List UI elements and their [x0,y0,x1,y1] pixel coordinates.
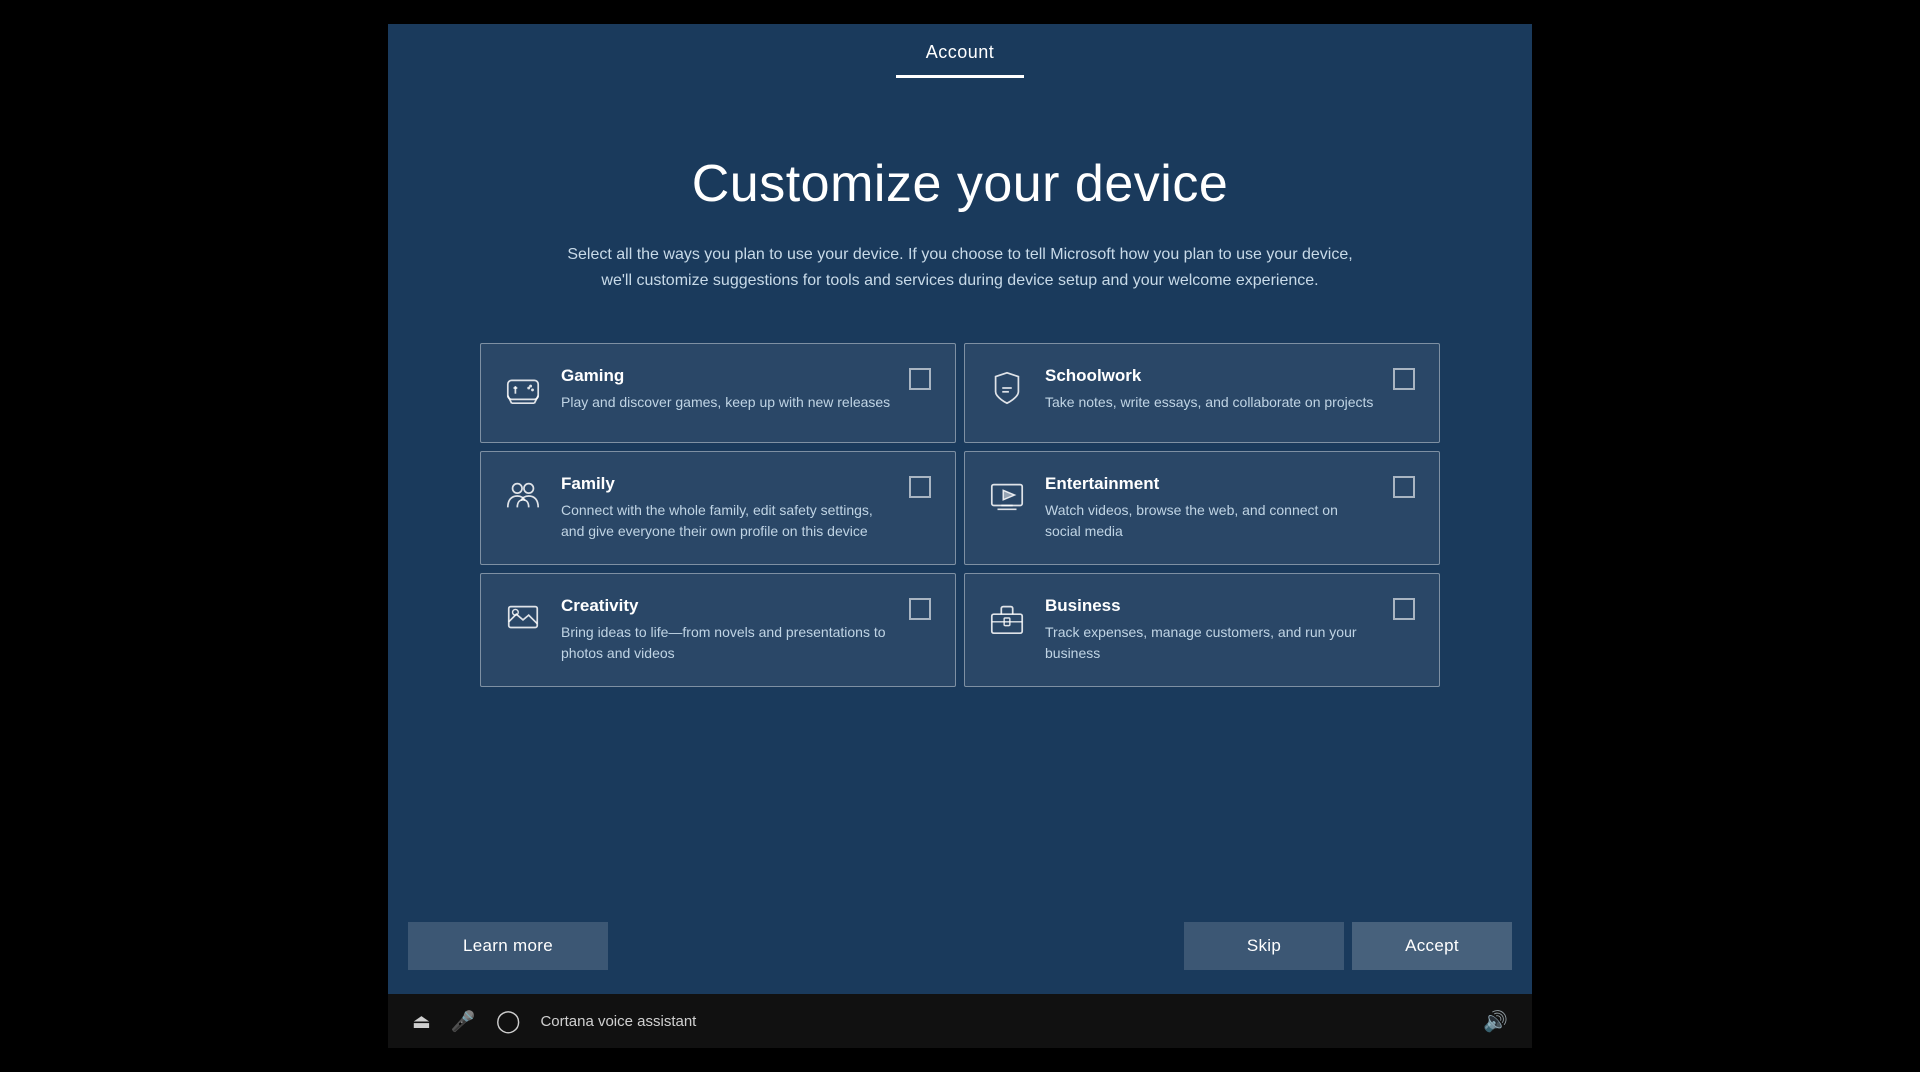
gaming-icon [501,366,545,410]
family-checkbox[interactable] [909,476,931,498]
account-tab[interactable]: Account [896,24,1025,78]
gaming-desc: Play and discover games, keep up with ne… [561,392,893,413]
learn-more-button[interactable]: Learn more [408,922,608,970]
taskbar-left: ⏏ 🎤 ◯ Cortana voice assistant [412,1008,696,1034]
accept-button[interactable]: Accept [1352,922,1512,970]
microphone-icon[interactable]: 🎤 [451,1009,476,1034]
business-checkbox[interactable] [1393,598,1415,620]
taskbar-right: 🔊 [1483,1009,1508,1034]
gaming-checkbox[interactable] [909,368,931,390]
schoolwork-icon [985,366,1029,410]
schoolwork-checkbox[interactable] [1393,368,1415,390]
business-title: Business [1045,596,1377,616]
business-desc: Track expenses, manage customers, and ru… [1045,622,1377,664]
option-creativity[interactable]: Creativity Bring ideas to life—from nove… [480,573,956,687]
option-business[interactable]: Business Track expenses, manage customer… [964,573,1440,687]
page-title: Customize your device [692,154,1229,214]
creativity-checkbox[interactable] [909,598,931,620]
volume-icon[interactable]: 🔊 [1483,1011,1508,1033]
schoolwork-text: Schoolwork Take notes, write essays, and… [1045,366,1377,413]
option-gaming[interactable]: Gaming Play and discover games, keep up … [480,343,956,443]
entertainment-title: Entertainment [1045,474,1377,494]
family-text: Family Connect with the whole family, ed… [561,474,893,542]
family-title: Family [561,474,893,494]
schoolwork-title: Schoolwork [1045,366,1377,386]
back-icon[interactable]: ⏏ [412,1009,431,1034]
creativity-desc: Bring ideas to life—from novels and pres… [561,622,893,664]
taskbar: ⏏ 🎤 ◯ Cortana voice assistant 🔊 [388,994,1532,1048]
bottom-bar: Learn more Skip Accept [388,922,1532,994]
cortana-circle-icon[interactable]: ◯ [496,1008,521,1034]
entertainment-checkbox[interactable] [1393,476,1415,498]
business-text: Business Track expenses, manage customer… [1045,596,1377,664]
option-schoolwork[interactable]: Schoolwork Take notes, write essays, and… [964,343,1440,443]
family-icon [501,474,545,518]
schoolwork-desc: Take notes, write essays, and collaborat… [1045,392,1377,413]
creativity-icon [501,596,545,640]
option-entertainment[interactable]: Entertainment Watch videos, browse the w… [964,451,1440,565]
action-buttons: Skip Accept [1184,922,1512,970]
options-grid: Gaming Play and discover games, keep up … [480,343,1440,687]
gaming-text: Gaming Play and discover games, keep up … [561,366,893,413]
creativity-title: Creativity [561,596,893,616]
top-navigation: Account [388,24,1532,78]
entertainment-icon [985,474,1029,518]
entertainment-text: Entertainment Watch videos, browse the w… [1045,474,1377,542]
family-desc: Connect with the whole family, edit safe… [561,500,893,542]
business-icon [985,596,1029,640]
cortana-label: Cortana voice assistant [540,1013,696,1030]
skip-button[interactable]: Skip [1184,922,1344,970]
creativity-text: Creativity Bring ideas to life—from nove… [561,596,893,664]
main-window: Account Customize your device Select all… [388,24,1532,994]
gaming-title: Gaming [561,366,893,386]
page-subtitle: Select all the ways you plan to use your… [550,242,1370,293]
option-family[interactable]: Family Connect with the whole family, ed… [480,451,956,565]
main-content: Customize your device Select all the way… [388,74,1532,922]
entertainment-desc: Watch videos, browse the web, and connec… [1045,500,1377,542]
